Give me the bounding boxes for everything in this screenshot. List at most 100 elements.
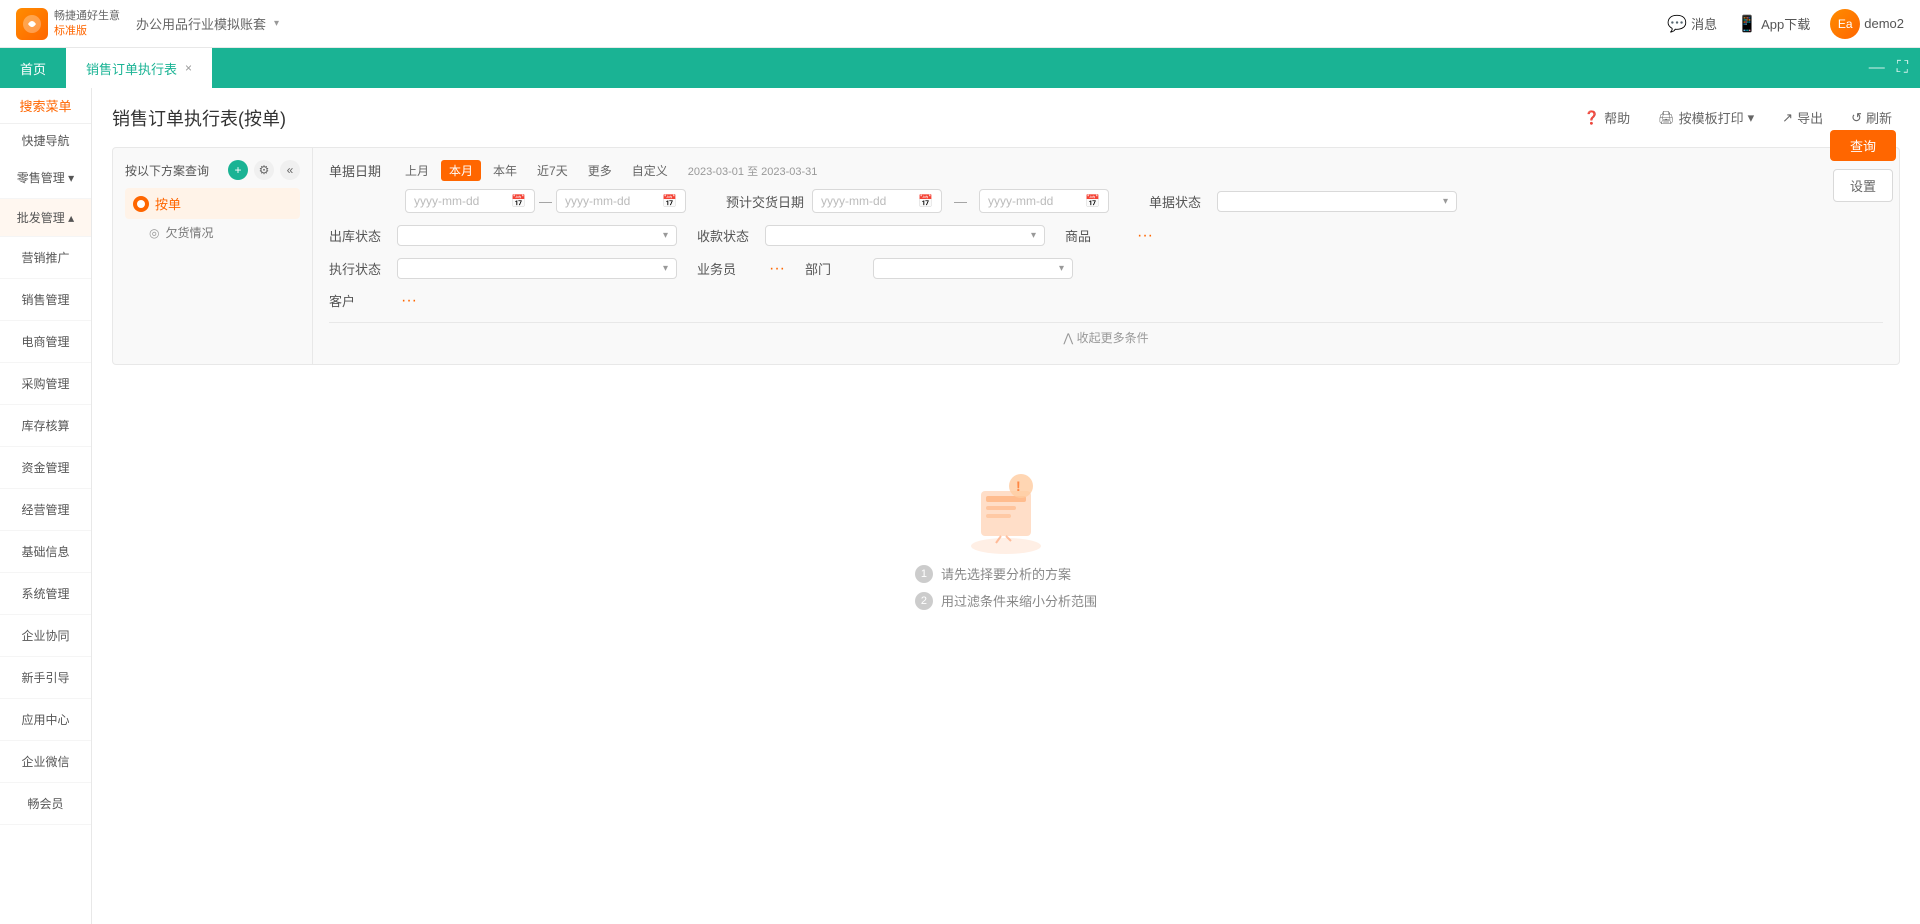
chevron-down-icon: ▾ [68,171,74,185]
sidebar-item-sales[interactable]: 销售管理 [0,279,91,321]
exec-status-label: 执行状态 [329,259,389,278]
date-this-month[interactable]: 本月 [441,160,481,181]
exec-status-select[interactable]: ▾ [397,258,677,279]
calendar-icon-3: 📅 [918,194,933,208]
sidebar-search[interactable]: 搜索菜单 [0,88,91,124]
filter-department: 部门 ▾ [805,258,1073,279]
empty-illustration: ! [956,461,1056,564]
message-icon: 💬 [1667,14,1687,34]
tab-close-btn[interactable]: × [185,61,192,75]
step-num-2: 2 [915,592,933,610]
scheme-settings-btn[interactable]: ⚙ [254,160,274,180]
logo-text: 畅捷通好生意 标准版 [54,9,120,38]
top-right-actions: 💬 消息 📱 App下载 Ea demo2 [1667,9,1904,39]
add-scheme-btn[interactable]: + [228,160,248,180]
scheme-collapse-btn[interactable]: « [280,160,300,180]
date-this-year[interactable]: 本年 [485,160,525,181]
expected-date-to-input[interactable]: yyyy-mm-dd 📅 [979,189,1109,213]
expected-date-from-input[interactable]: yyyy-mm-dd 📅 [812,189,942,213]
sidebar-item-system[interactable]: 系统管理 [0,573,91,615]
settings-btn[interactable]: 设置 [1833,169,1893,202]
date-from-input[interactable]: yyyy-mm-dd 📅 [405,189,535,213]
sidebar-item-inventory[interactable]: 库存核算 [0,405,91,447]
search-btn[interactable]: 查询 [1830,130,1896,161]
filter-row-3: 出库状态 ▾ 收款状态 ▾ [329,225,1883,246]
step-num-1: 1 [915,565,933,583]
date-last-month[interactable]: 上月 [397,160,437,181]
sidebar-quick-nav[interactable]: 快捷导航 [0,124,91,157]
avatar: Ea [1830,9,1860,39]
calendar-icon-4: 📅 [1085,194,1100,208]
salesperson-label: 业务员 [697,259,757,278]
filter-date: 单据日期 上月 本月 本年 近7天 更多 自定义 [329,160,676,181]
date-range-display: 2023-03-01 至 2023-03-31 [688,163,818,179]
scheme-sub-shortage[interactable]: ◎ 欠货情况 [125,219,300,246]
tab-sales-exec[interactable]: 销售订单执行表 × [66,48,212,88]
payment-arrow: ▾ [1031,230,1036,241]
filter-expected-date: 预计交货日期 yyyy-mm-dd 📅 — yyyy-mm-dd 📅 [726,189,1109,213]
date-to-input[interactable]: yyyy-mm-dd 📅 [556,189,686,213]
app-title: 办公用品行业模拟账套 [136,14,266,33]
exec-arrow: ▾ [663,263,668,274]
page-title: 销售订单执行表(按单) [112,105,286,131]
sidebar-item-purchase[interactable]: 采购管理 [0,363,91,405]
date-more[interactable]: 更多 [580,160,620,181]
minimize-btn[interactable]: — [1869,59,1885,77]
sidebar-item-member[interactable]: 畅会员 [0,783,91,825]
print-icon: 🖨 [1658,110,1675,126]
expected-date-label: 预计交货日期 [726,192,804,211]
filter-order-status: 单据状态 ▾ [1149,191,1457,212]
maximize-btn[interactable]: ⛶ [1897,59,1908,77]
header-actions: ❓ 帮助 🖨 按模板打印 ▾ ↗ 导出 ↺ 刷新 [1576,104,1900,131]
delivery-status-select[interactable]: ▾ [397,225,677,246]
scheme-active-icon [133,196,149,212]
sidebar-item-operations[interactable]: 经营管理 [0,489,91,531]
sidebar-item-retail[interactable]: 零售管理 ▾ [0,157,91,199]
help-icon: ❓ [1584,110,1600,126]
app-download-btn[interactable]: 📱 App下载 [1737,14,1810,34]
customer-label: 客户 [329,291,389,310]
filter-payment-status: 收款状态 ▾ [697,225,1045,246]
user-area[interactable]: Ea demo2 [1830,9,1904,39]
salesperson-picker-btn[interactable]: ··· [769,260,785,278]
refresh-btn[interactable]: ↺ 刷新 [1843,104,1900,131]
logo-icon [16,8,48,40]
sidebar: 搜索菜单 快捷导航 零售管理 ▾ 批发管理 ▴ 营销推广 销售管理 电商管理 采… [0,88,92,924]
sidebar-item-corp[interactable]: 企业协同 [0,615,91,657]
download-icon: 📱 [1737,14,1757,34]
export-btn[interactable]: ↗ 导出 [1774,104,1831,131]
tab-home[interactable]: 首页 [0,48,66,88]
refresh-icon: ↺ [1851,110,1862,126]
sidebar-item-basic[interactable]: 基础信息 [0,531,91,573]
sidebar-item-newbie[interactable]: 新手引导 [0,657,91,699]
filter-row-1: 单据日期 上月 本月 本年 近7天 更多 自定义 2023-03-01 至 20… [329,160,1883,181]
payment-status-select[interactable]: ▾ [765,225,1045,246]
scheme-item-by-order[interactable]: 按单 [125,188,300,219]
sidebar-item-marketing[interactable]: 营销推广 [0,237,91,279]
date-custom[interactable]: 自定义 [624,160,676,181]
collapse-btn[interactable]: ⋀ 收起更多条件 [329,322,1883,352]
sidebar-item-apps[interactable]: 应用中心 [0,699,91,741]
empty-step-1: 1 请先选择要分析的方案 [915,564,1097,583]
expected-date-separator: — [954,194,967,209]
calendar-icon-2: 📅 [662,194,677,208]
print-btn[interactable]: 🖨 按模板打印 ▾ [1650,104,1762,131]
sidebar-item-finance[interactable]: 资金管理 [0,447,91,489]
payment-status-label: 收款状态 [697,226,757,245]
filter-left-icons: + ⚙ « [228,160,300,180]
help-btn[interactable]: ❓ 帮助 [1576,104,1638,131]
nav-tabs: 首页 销售订单执行表 × — ⛶ [0,48,1920,88]
date-7days[interactable]: 近7天 [529,160,576,181]
app-title-dropdown[interactable]: ▾ [274,18,279,29]
product-picker-btn[interactable]: ··· [1137,227,1153,245]
sidebar-item-wholesale[interactable]: 批发管理 ▴ [0,199,91,237]
empty-state: ! 1 请先选择要分析的方案 2 用过滤条件来缩小分析范围 [112,381,1900,698]
department-select[interactable]: ▾ [873,258,1073,279]
top-bar: 畅捷通好生意 标准版 办公用品行业模拟账套 ▾ 💬 消息 📱 App下载 Ea … [0,0,1920,48]
action-row: 查询 设置 [1830,130,1896,202]
sidebar-item-ecommerce[interactable]: 电商管理 [0,321,91,363]
order-status-select[interactable]: ▾ [1217,191,1457,212]
customer-picker-btn[interactable]: ··· [401,292,417,310]
sidebar-item-wechat[interactable]: 企业微信 [0,741,91,783]
message-btn[interactable]: 💬 消息 [1667,14,1717,34]
